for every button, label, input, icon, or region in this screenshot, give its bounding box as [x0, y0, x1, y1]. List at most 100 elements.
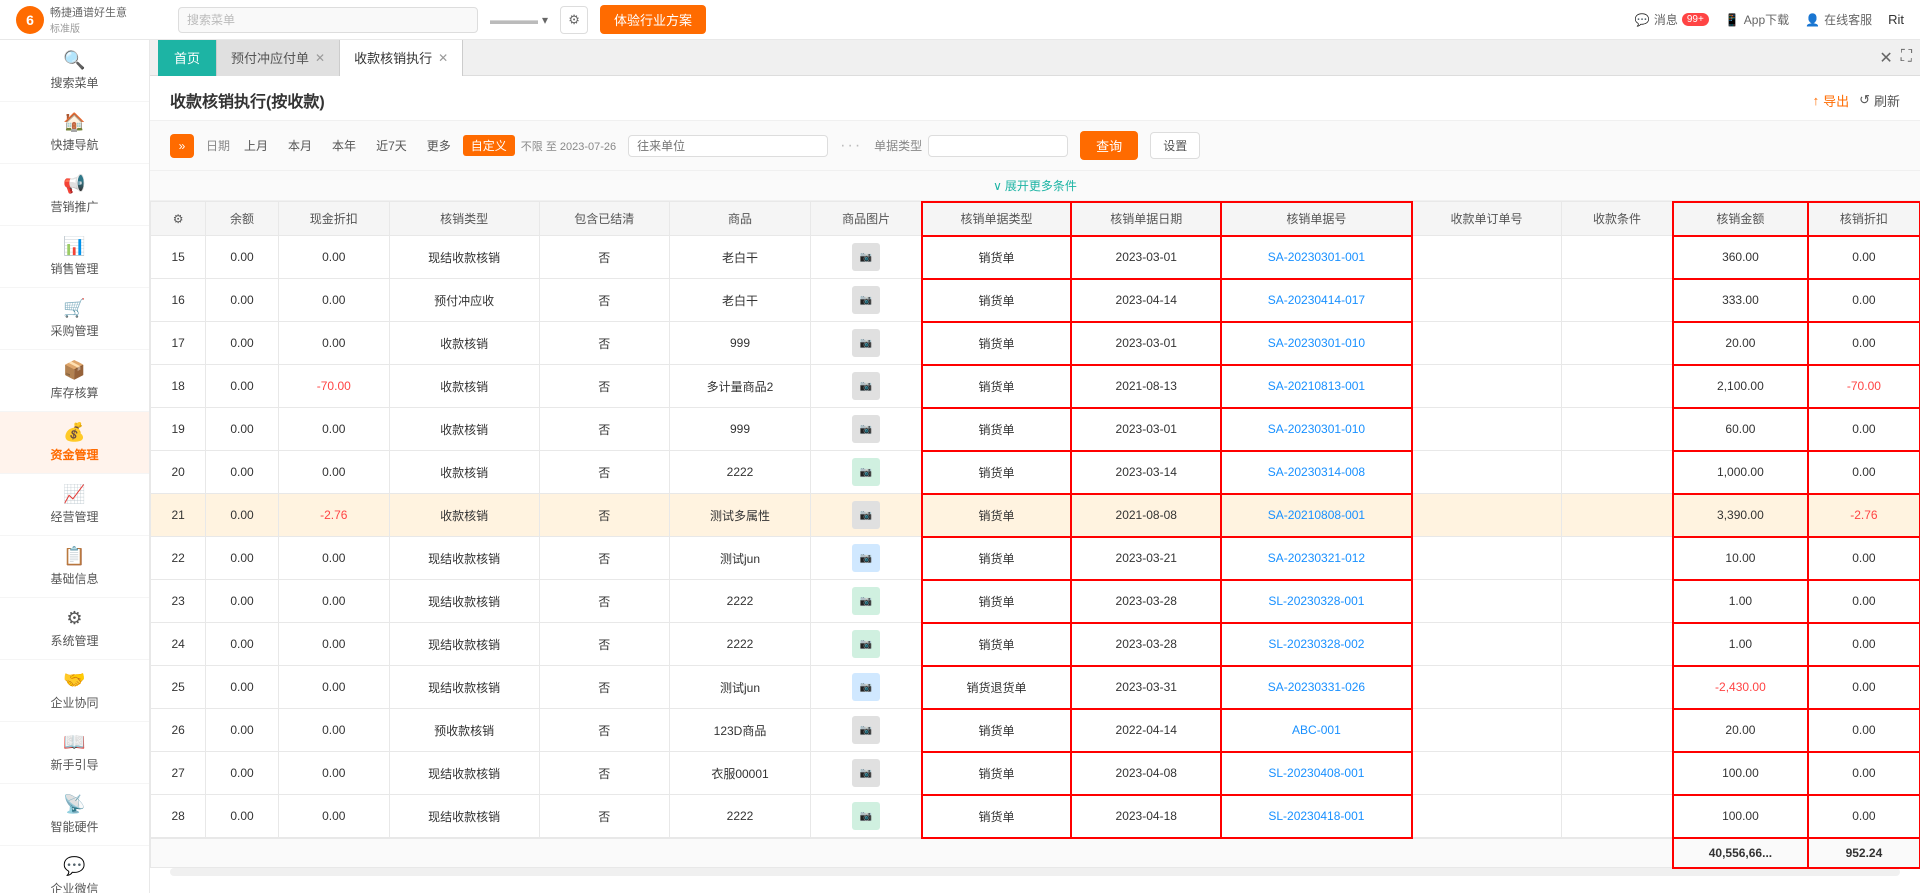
sidebar-item-finance[interactable]: 💰 资金管理 [0, 412, 149, 474]
cell-id: 16 [151, 279, 206, 322]
sidebar-item-inventory[interactable]: 📦 库存核算 [0, 350, 149, 412]
cell-receipt-order [1412, 795, 1562, 839]
cell-receipt-condition [1561, 580, 1672, 623]
doc-no-link[interactable]: SA-20210813-001 [1268, 379, 1365, 393]
settings-button[interactable]: 设置 [1150, 132, 1200, 159]
cell-product-img: 📷 [811, 795, 922, 839]
filter-date-prev-month[interactable]: 上月 [236, 135, 276, 156]
filter-date-7days[interactable]: 近7天 [368, 135, 415, 156]
industry-solution-button[interactable]: 体验行业方案 [600, 5, 706, 34]
doc-no-link[interactable]: SA-20230314-008 [1268, 465, 1365, 479]
message-button[interactable]: 💬 消息 99+ [1635, 11, 1709, 28]
filter-date-curr-month[interactable]: 本月 [280, 135, 320, 156]
cell-writeoff-amount: 60.00 [1673, 408, 1809, 451]
sidebar-item-search[interactable]: 🔍 搜索菜单 [0, 40, 149, 102]
cell-product-img: 📷 [811, 408, 922, 451]
cell-writeoff-amount: 1.00 [1673, 623, 1809, 666]
col-balance: 余额 [206, 202, 278, 236]
sidebar-purchase-label: 采购管理 [50, 322, 98, 339]
tab-expand-icon[interactable]: ⛶ [1901, 48, 1912, 68]
tab-home-label: 首页 [174, 48, 200, 67]
tab-close-all-icon[interactable]: ✕ [1879, 48, 1892, 68]
table-row: 23 0.00 0.00 现结收款核销 否 2222 📷 销货单 2023-03… [151, 580, 1920, 623]
tab-writeoff[interactable]: 收款核销执行 ✕ [340, 40, 463, 76]
sidebar-item-system[interactable]: ⚙ 系统管理 [0, 598, 149, 660]
cell-balance: 0.00 [206, 236, 278, 279]
cell-product: 多计量商品2 [669, 365, 810, 408]
doc-no-link[interactable]: SA-20230321-012 [1268, 551, 1365, 565]
sidebar-hardware-label: 智能硬件 [50, 818, 98, 835]
tab-home[interactable]: 首页 [158, 40, 217, 76]
filter-date-more[interactable]: 更多 [419, 135, 459, 156]
doc-no-link[interactable]: SA-20230301-010 [1268, 336, 1365, 350]
cell-include-cleared: 否 [539, 494, 669, 537]
doc-no-link[interactable]: ABC-001 [1292, 723, 1341, 737]
main-table: ⚙ 余额 现金折扣 核销类型 包含已结清 商品 商品图片 核销单据类型 核销单据… [150, 201, 1920, 868]
sidebar-basic-label: 基础信息 [50, 570, 98, 587]
sidebar-item-collab[interactable]: 🤝 企业协同 [0, 660, 149, 722]
col-settings-icon[interactable]: ⚙ [173, 212, 184, 226]
cell-receipt-condition [1561, 408, 1672, 451]
cell-writeoff-type: 收款核销 [389, 408, 539, 451]
tab-prepay[interactable]: 预付冲应付单 ✕ [217, 40, 340, 76]
doc-no-link[interactable]: SL-20230328-001 [1268, 594, 1364, 608]
cell-id: 22 [151, 537, 206, 580]
sidebar-item-marketing[interactable]: 📢 营销推广 [0, 164, 149, 226]
filter-date-curr-year[interactable]: 本年 [324, 135, 364, 156]
sidebar-item-wechat[interactable]: 💬 企业微信 [0, 846, 149, 893]
cell-doc-type: 销货单 [922, 709, 1072, 752]
org-dropdown[interactable]: ▬▬▬▬ ▾ [490, 13, 548, 27]
cell-doc-no: SA-20230331-026 [1221, 666, 1412, 709]
filter-expand-button[interactable]: » [170, 134, 194, 158]
cell-id: 26 [151, 709, 206, 752]
filter-partner-input[interactable] [628, 135, 828, 157]
sidebar-item-purchase[interactable]: 🛒 采购管理 [0, 288, 149, 350]
cell-writeoff-amount: 333.00 [1673, 279, 1809, 322]
tab-writeoff-close[interactable]: ✕ [438, 51, 448, 65]
filter-date-custom[interactable]: 自定义 [463, 135, 515, 156]
cell-product: 999 [669, 408, 810, 451]
cell-id: 20 [151, 451, 206, 494]
doc-no-link[interactable]: SA-20230301-001 [1268, 250, 1365, 264]
online-service-button[interactable]: 👤 在线客服 [1805, 11, 1872, 28]
sidebar-item-basic[interactable]: 📋 基础信息 [0, 536, 149, 598]
refresh-button[interactable]: ↺ 刷新 [1859, 91, 1900, 110]
cell-doc-type: 销货单 [922, 494, 1072, 537]
horizontal-scrollbar[interactable] [170, 868, 1900, 876]
filter-doctype-select[interactable] [928, 135, 1068, 157]
doc-no-link[interactable]: SA-20230301-010 [1268, 422, 1365, 436]
export-button[interactable]: ↑ 导出 [1813, 91, 1850, 110]
tab-prepay-close[interactable]: ✕ [315, 51, 325, 65]
query-button[interactable]: 查询 [1080, 131, 1138, 160]
cell-doc-date: 2021-08-13 [1071, 365, 1221, 408]
doc-no-link[interactable]: SA-20210808-001 [1268, 508, 1365, 522]
user-button[interactable]: Rit [1888, 12, 1904, 27]
cell-doc-date: 2023-03-01 [1071, 236, 1221, 279]
cell-writeoff-discount: 0.00 [1808, 752, 1919, 795]
doc-no-link[interactable]: SL-20230408-001 [1268, 766, 1364, 780]
cell-product: 2222 [669, 451, 810, 494]
table-body: 15 0.00 0.00 现结收款核销 否 老白干 📷 销货单 2023-03-… [151, 236, 1920, 839]
footer-writeoff-discount: 952.24 [1808, 838, 1919, 868]
cell-receipt-condition [1561, 494, 1672, 537]
sidebar-item-quicknav[interactable]: 🏠 快捷导航 [0, 102, 149, 164]
settings-gear[interactable]: ⚙ [560, 6, 588, 34]
sidebar-sales-label: 销售管理 [50, 260, 98, 277]
cell-include-cleared: 否 [539, 279, 669, 322]
cell-writeoff-amount: 20.00 [1673, 322, 1809, 365]
sidebar-item-sales[interactable]: 📊 销售管理 [0, 226, 149, 288]
sidebar-wechat-label: 企业微信 [50, 880, 98, 893]
sidebar-item-newbie[interactable]: 📖 新手引导 [0, 722, 149, 784]
doc-no-link[interactable]: SL-20230418-001 [1268, 809, 1364, 823]
sidebar-item-hardware[interactable]: 📡 智能硬件 [0, 784, 149, 846]
page-body: 收款核销执行(按收款) ↑ 导出 ↺ 刷新 » 日期 [150, 76, 1920, 893]
cell-doc-date: 2023-03-21 [1071, 537, 1221, 580]
doc-no-link[interactable]: SL-20230328-002 [1268, 637, 1364, 651]
doc-no-link[interactable]: SA-20230414-017 [1268, 293, 1365, 307]
sidebar-item-operation[interactable]: 📈 经营管理 [0, 474, 149, 536]
doc-no-link[interactable]: SA-20230331-026 [1268, 680, 1365, 694]
col-product: 商品 [669, 202, 810, 236]
cell-id: 17 [151, 322, 206, 365]
app-download-button[interactable]: 📱 App下载 [1725, 11, 1789, 28]
expand-conditions-button[interactable]: ∨ 展开更多条件 [993, 177, 1077, 194]
